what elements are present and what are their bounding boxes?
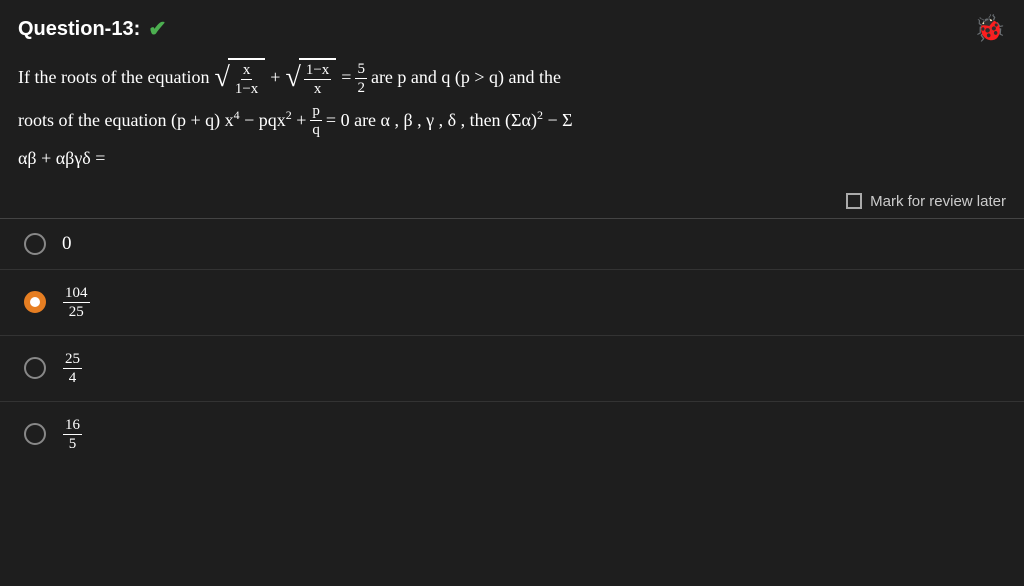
pq-fraction-num: p xyxy=(310,102,322,121)
option-item-104-25[interactable]: 104 25 xyxy=(0,270,1024,336)
roots-text: roots of the equation (p + q) x4 − pqx2 … xyxy=(18,105,306,137)
sqrt-content-2: 1−x x xyxy=(299,58,336,98)
option-fraction-104-25: 104 25 xyxy=(63,284,90,321)
question-number-label: Question-13: xyxy=(18,18,140,41)
plus-sign: + xyxy=(270,62,280,94)
review-label[interactable]: Mark for review later xyxy=(870,193,1006,210)
question-text-before: If the roots of the equation xyxy=(18,62,209,94)
sqrt-expr-1: √ x 1−x xyxy=(214,58,265,98)
rhs-den: 2 xyxy=(355,79,367,97)
option-label-104-25: 104 25 xyxy=(62,284,91,321)
option-item-0[interactable]: 0 xyxy=(0,219,1024,270)
radio-button-0[interactable] xyxy=(24,233,46,255)
options-list: 0 104 25 25 4 xyxy=(0,219,1024,467)
fraction-1: x 1−x xyxy=(233,61,260,98)
question-line-2: roots of the equation (p + q) x4 − pqx2 … xyxy=(18,102,1006,139)
are-p-q: are p and q (p > q) and the xyxy=(371,62,561,94)
opt-num-16: 16 xyxy=(63,416,82,435)
question-line-3: αβ + αβγδ = xyxy=(18,143,1006,175)
rhs-num: 5 xyxy=(355,60,367,79)
equals-sign: = xyxy=(341,62,351,94)
main-container: Question-13: ✔ 🐞 If the roots of the equ… xyxy=(0,0,1024,586)
opt-den-5: 5 xyxy=(67,435,79,453)
checkmark-icon: ✔ xyxy=(148,16,166,42)
option-label-16-5: 16 5 xyxy=(62,416,83,453)
radio-button-25-4[interactable] xyxy=(24,357,46,379)
sqrt-expr-2: √ 1−x x xyxy=(285,58,336,98)
bug-icon[interactable]: 🐞 xyxy=(974,14,1006,44)
radio-inner-104-25 xyxy=(30,297,40,307)
question-body: If the roots of the equation √ x 1−x + √… xyxy=(0,52,1024,189)
fraction-1-num: x xyxy=(241,61,253,80)
fraction-2-num: 1−x xyxy=(304,61,331,80)
opt-num-25: 25 xyxy=(63,350,82,369)
pq-fraction-den: q xyxy=(310,121,322,139)
rhs-fraction: 5 2 xyxy=(355,60,367,97)
question-line-1: If the roots of the equation √ x 1−x + √… xyxy=(18,58,1006,98)
option-item-16-5[interactable]: 16 5 xyxy=(0,402,1024,467)
fraction-2-den: x xyxy=(312,80,324,98)
opt-den-25: 25 xyxy=(67,303,86,321)
option-fraction-25-4: 25 4 xyxy=(63,350,82,387)
fraction-1-den: 1−x xyxy=(233,80,260,98)
radio-button-16-5[interactable] xyxy=(24,423,46,445)
option-item-25-4[interactable]: 25 4 xyxy=(0,336,1024,402)
review-checkbox[interactable] xyxy=(846,193,862,209)
eq-zero-text: = 0 are α , β , γ , δ , then (Σα)2 − Σ xyxy=(326,105,573,137)
option-label-0: 0 xyxy=(62,233,72,255)
option-fraction-16-5: 16 5 xyxy=(63,416,82,453)
opt-num-104: 104 xyxy=(63,284,90,303)
ab-abgd-text: αβ + αβγδ = xyxy=(18,143,105,175)
option-label-25-4: 25 4 xyxy=(62,350,83,387)
question-title: Question-13: ✔ xyxy=(18,16,167,42)
sqrt-content-1: x 1−x xyxy=(228,58,265,98)
mark-review-area: Mark for review later xyxy=(0,189,1024,218)
question-header: Question-13: ✔ 🐞 xyxy=(0,0,1024,52)
pq-fraction: p q xyxy=(310,102,322,139)
fraction-2: 1−x x xyxy=(304,61,331,98)
opt-den-4: 4 xyxy=(67,369,79,387)
radio-button-104-25[interactable] xyxy=(24,291,46,313)
